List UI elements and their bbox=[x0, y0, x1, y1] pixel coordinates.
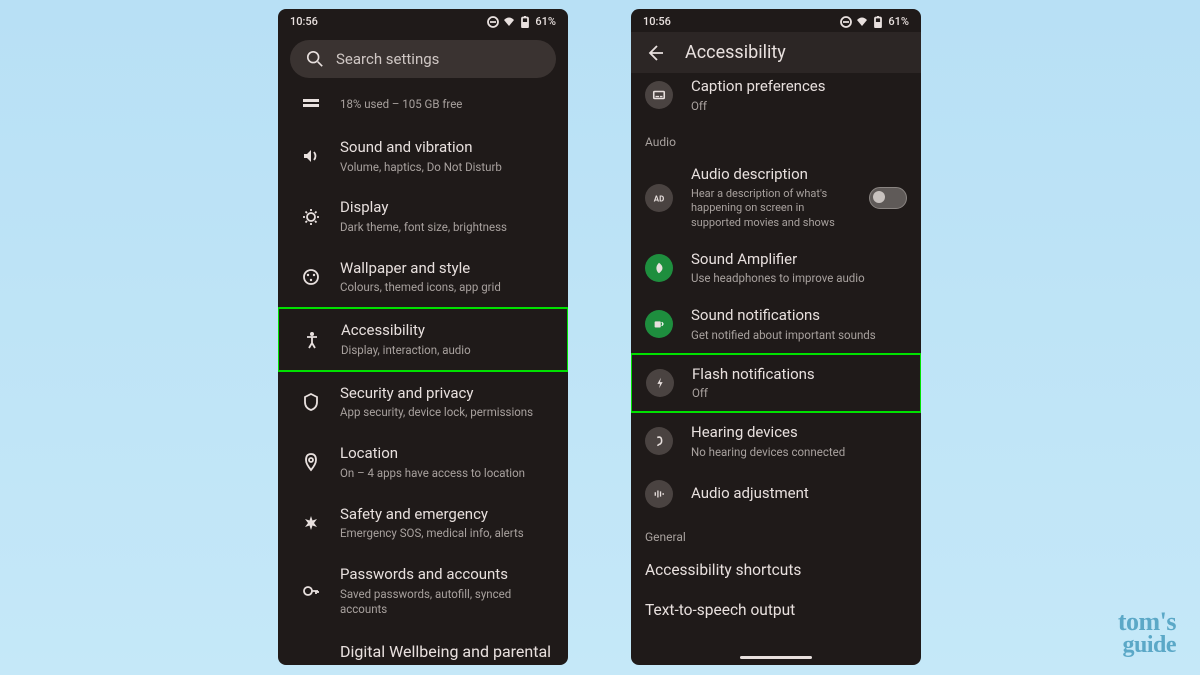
battery-icon bbox=[872, 16, 884, 28]
settings-list: 18% used – 105 GB free Sound and vibrati… bbox=[278, 80, 568, 665]
shield-icon bbox=[300, 391, 322, 413]
location-icon bbox=[300, 451, 322, 473]
dnd-icon bbox=[487, 16, 499, 28]
hearing-icon bbox=[645, 427, 673, 455]
audio-adjust-icon bbox=[645, 480, 673, 508]
settings-item-accessibility[interactable]: Accessibility Display, interaction, audi… bbox=[278, 307, 568, 371]
wifi-icon bbox=[856, 16, 868, 28]
item-tts-output[interactable]: Text-to-speech output bbox=[631, 590, 921, 630]
item-flash-notifications[interactable]: Flash notifications Off bbox=[631, 353, 921, 413]
status-time: 10:56 bbox=[290, 15, 318, 28]
settings-item-passwords[interactable]: Passwords and accounts Saved passwords, … bbox=[278, 553, 568, 628]
back-icon[interactable] bbox=[645, 43, 665, 63]
battery-percent: 61% bbox=[535, 15, 556, 28]
caption-icon bbox=[645, 81, 673, 109]
search-placeholder: Search settings bbox=[336, 50, 439, 68]
item-sound-amplifier[interactable]: Sound Amplifier Use headphones to improv… bbox=[631, 240, 921, 296]
sound-amplifier-icon bbox=[645, 254, 673, 282]
header-title: Accessibility bbox=[685, 42, 786, 63]
status-icons: 61% bbox=[487, 15, 556, 28]
display-icon bbox=[300, 206, 322, 228]
sound-notifications-icon bbox=[645, 310, 673, 338]
section-general-label: General bbox=[631, 518, 921, 550]
sound-icon bbox=[300, 145, 322, 167]
watermark: tom's guide bbox=[1118, 610, 1176, 657]
emergency-icon bbox=[300, 512, 322, 534]
battery-icon bbox=[519, 16, 531, 28]
section-audio-label: Audio bbox=[631, 123, 921, 155]
key-icon bbox=[300, 580, 322, 602]
status-bar: 10:56 61% bbox=[278, 9, 568, 32]
status-bar: 10:56 61% bbox=[631, 9, 921, 32]
wellbeing-icon bbox=[300, 640, 322, 662]
item-audio-description[interactable]: AD Audio description Hear a description … bbox=[631, 155, 921, 239]
item-sound-notifications[interactable]: Sound notifications Get notified about i… bbox=[631, 296, 921, 352]
settings-item-storage[interactable]: 18% used – 105 GB free bbox=[278, 80, 568, 126]
storage-icon bbox=[300, 92, 322, 114]
item-accessibility-shortcuts[interactable]: Accessibility shortcuts bbox=[631, 550, 921, 590]
phone-settings-main: 10:56 61% Search settings 18% used – 105… bbox=[278, 9, 568, 665]
nav-indicator[interactable] bbox=[740, 656, 812, 659]
audio-description-toggle[interactable] bbox=[869, 187, 907, 209]
settings-item-sound[interactable]: Sound and vibration Volume, haptics, Do … bbox=[278, 126, 568, 186]
settings-item-security[interactable]: Security and privacy App security, devic… bbox=[278, 372, 568, 432]
item-hearing-devices[interactable]: Hearing devices No hearing devices conne… bbox=[631, 413, 921, 469]
storage-subtitle: 18% used – 105 GB free bbox=[340, 97, 554, 112]
search-icon bbox=[306, 50, 324, 68]
wallpaper-icon bbox=[300, 266, 322, 288]
item-audio-adjustment[interactable]: Audio adjustment bbox=[631, 470, 921, 518]
search-settings[interactable]: Search settings bbox=[290, 40, 556, 78]
status-time: 10:56 bbox=[643, 15, 671, 28]
audio-description-icon: AD bbox=[645, 184, 673, 212]
item-caption-preferences[interactable]: Caption preferences Off bbox=[631, 67, 921, 123]
settings-item-wallpaper[interactable]: Wallpaper and style Colours, themed icon… bbox=[278, 247, 568, 307]
settings-item-display[interactable]: Display Dark theme, font size, brightnes… bbox=[278, 186, 568, 246]
dnd-icon bbox=[840, 16, 852, 28]
phone-accessibility: 10:56 61% Accessibility Caption preferen… bbox=[631, 9, 921, 665]
wifi-icon bbox=[503, 16, 515, 28]
svg-text:AD: AD bbox=[654, 194, 664, 203]
settings-item-wellbeing[interactable]: Digital Wellbeing and parental bbox=[278, 628, 568, 665]
battery-percent: 61% bbox=[888, 15, 909, 28]
settings-item-safety[interactable]: Safety and emergency Emergency SOS, medi… bbox=[278, 493, 568, 553]
status-icons: 61% bbox=[840, 15, 909, 28]
accessibility-icon bbox=[301, 329, 323, 351]
flash-icon bbox=[646, 369, 674, 397]
settings-item-location[interactable]: Location On – 4 apps have access to loca… bbox=[278, 432, 568, 492]
